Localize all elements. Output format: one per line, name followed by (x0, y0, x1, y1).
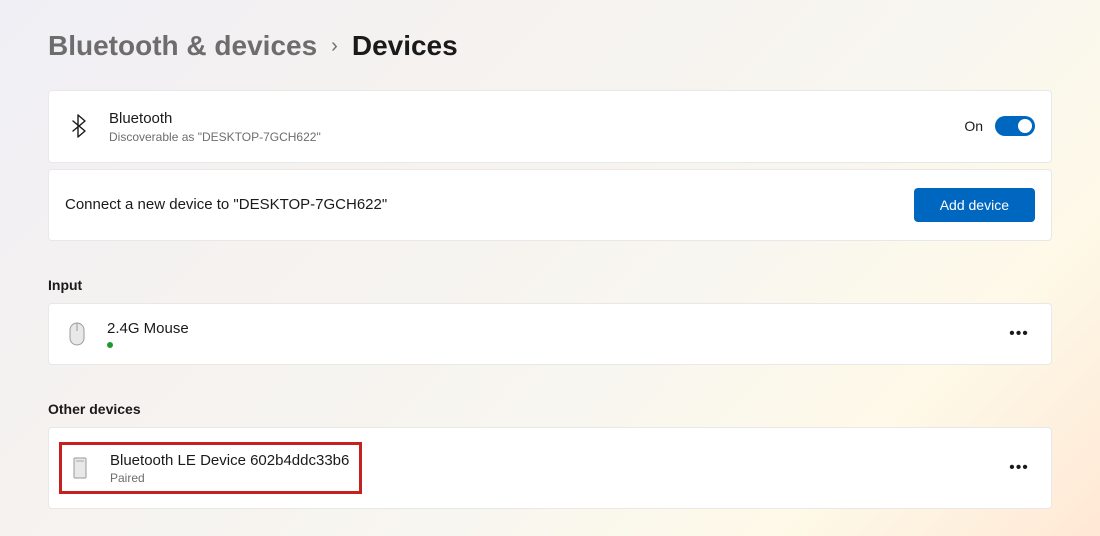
more-options-button[interactable]: ••• (1003, 318, 1035, 350)
device-name: 2.4G Mouse (107, 319, 1003, 339)
bluetooth-toggle-label: On (964, 118, 983, 134)
bluetooth-title: Bluetooth (109, 109, 964, 129)
device-tower-icon (68, 452, 92, 484)
device-row-ble[interactable]: Bluetooth LE Device 602b4ddc33b6 Paired … (48, 427, 1052, 510)
bluetooth-subtitle: Discoverable as "DESKTOP-7GCH622" (109, 130, 964, 144)
bluetooth-toggle[interactable] (995, 116, 1035, 136)
more-options-button[interactable]: ••• (1003, 452, 1035, 484)
device-row-mouse[interactable]: 2.4G Mouse ••• (48, 303, 1052, 365)
connect-device-card: Connect a new device to "DESKTOP-7GCH622… (48, 169, 1052, 241)
breadcrumb: Bluetooth & devices › Devices (48, 30, 1052, 62)
chevron-right-icon: › (331, 35, 338, 58)
section-heading-other: Other devices (48, 401, 1052, 417)
status-dot-connected (107, 342, 113, 348)
section-heading-input: Input (48, 277, 1052, 293)
connect-device-text: Connect a new device to "DESKTOP-7GCH622… (65, 196, 914, 213)
add-device-button[interactable]: Add device (914, 188, 1035, 222)
highlight-annotation: Bluetooth LE Device 602b4ddc33b6 Paired (59, 442, 362, 495)
bluetooth-card: Bluetooth Discoverable as "DESKTOP-7GCH6… (48, 90, 1052, 163)
device-status: Paired (110, 471, 349, 485)
breadcrumb-parent[interactable]: Bluetooth & devices (48, 30, 317, 62)
bluetooth-icon (65, 114, 93, 138)
breadcrumb-current: Devices (352, 30, 458, 62)
mouse-icon (65, 318, 89, 350)
device-name: Bluetooth LE Device 602b4ddc33b6 (110, 451, 349, 471)
